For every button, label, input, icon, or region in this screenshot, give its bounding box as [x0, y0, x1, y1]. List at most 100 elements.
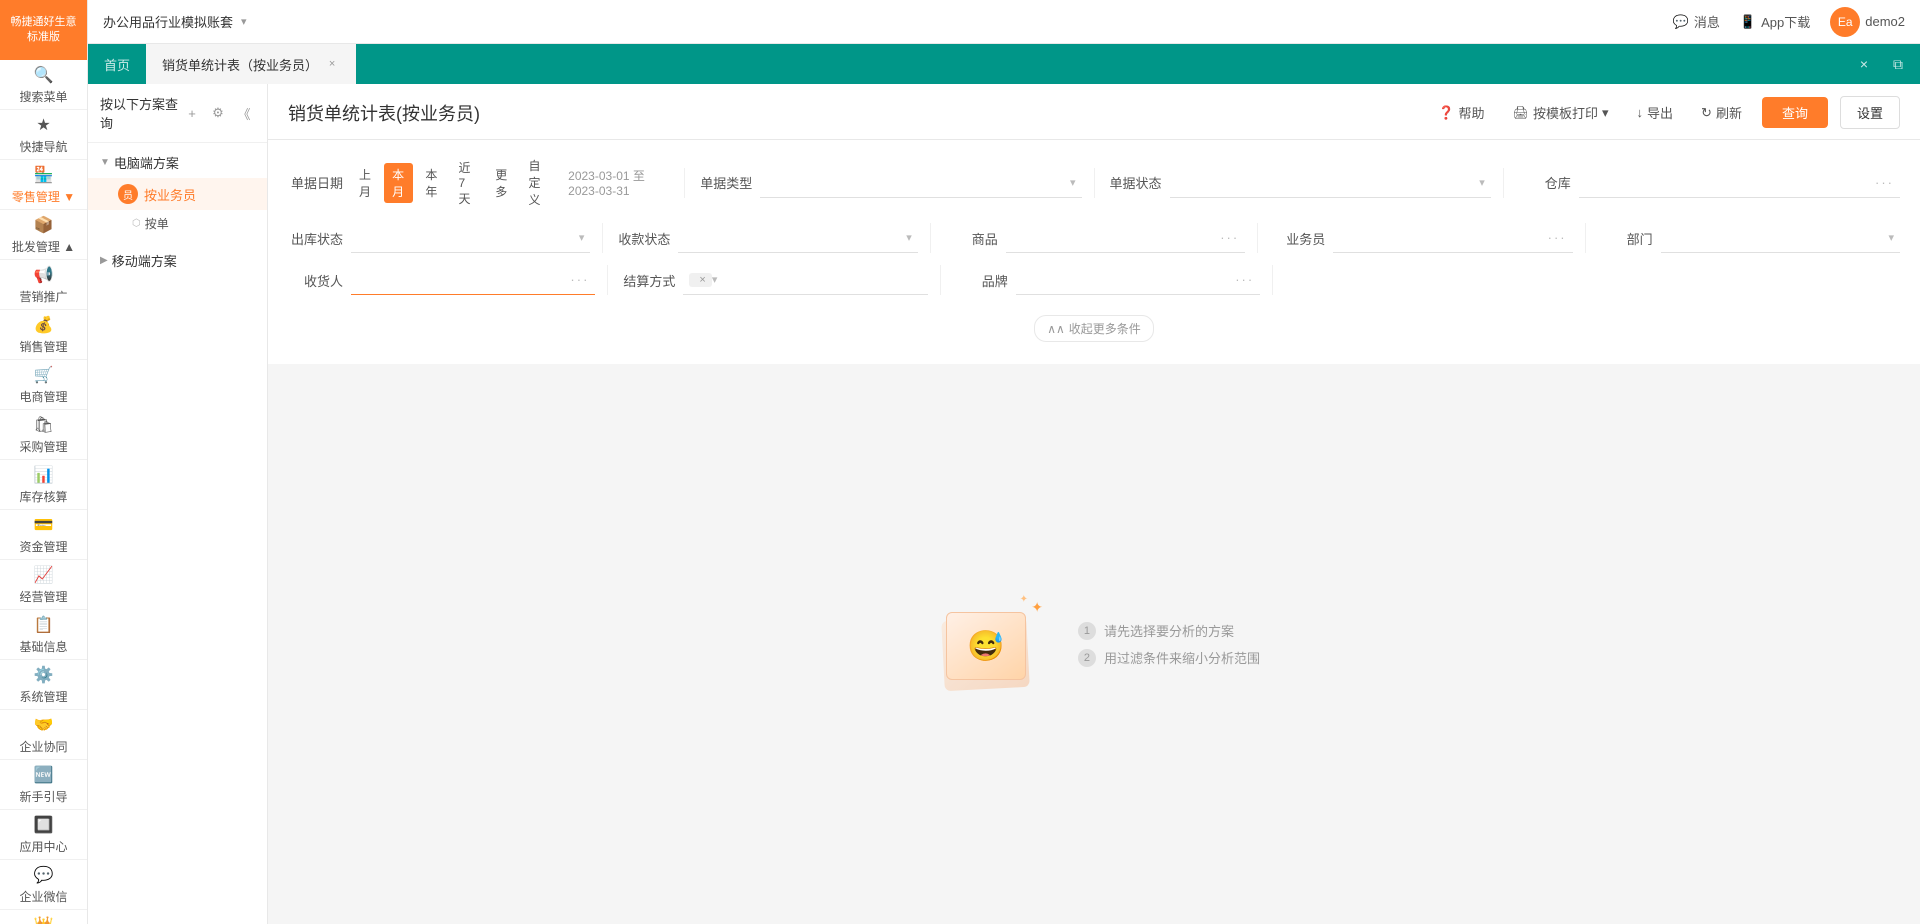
filter-row-2: 出库状态 ▾ 收款状态 ▾ [288, 223, 1900, 253]
apps-icon: 🔲 [34, 815, 54, 835]
print-btn[interactable]: 🖨 按模板打印 ▾ [1504, 99, 1616, 126]
tab-sales-report-label: 销货单统计表（按业务员） [162, 55, 318, 74]
receiver-label: 收货人 [288, 271, 343, 290]
sidebar-item-wholesale-label: 批发管理 ▲ [12, 238, 75, 255]
sidebar-item-finance-label: 资金管理 [19, 538, 67, 555]
panel-add-btn[interactable]: + [181, 102, 203, 124]
order-status-arrow: ▾ [1479, 176, 1485, 189]
right-content: 销货单统计表(按业务员) ❓ 帮助 🖨 按模板打印 ▾ ↓ [268, 84, 1920, 924]
tab-restore-btn[interactable]: ⧉ [1884, 50, 1912, 78]
sidebar-item-guide[interactable]: 🆕 新手引导 [0, 760, 87, 810]
settlement-tag-close[interactable]: × [699, 274, 705, 286]
order-type-control[interactable]: ▾ [760, 168, 1081, 198]
scheme-group-mobile: ▶ 移动端方案 [88, 241, 267, 280]
date-tab-last-month[interactable]: 上月 [351, 163, 380, 203]
sidebar-item-search[interactable]: 🔍 搜索菜单 [0, 60, 87, 110]
marketing-icon: 📢 [34, 265, 54, 285]
export-btn[interactable]: ↓ 导出 [1629, 99, 1682, 126]
box-face: 😅 [947, 613, 1025, 679]
department-control[interactable]: ▾ [1661, 223, 1900, 253]
out-status-label: 出库状态 [288, 229, 343, 248]
tab-close-all-btn[interactable]: × [1850, 50, 1878, 78]
sidebar-item-marketing[interactable]: 📢 营销推广 [0, 260, 87, 310]
brand-control[interactable]: ··· [1016, 265, 1260, 295]
settlement-label: 结算方式 [620, 271, 675, 290]
scheme-sub-item-by-order[interactable]: ⬡ 按单 [88, 210, 267, 237]
out-status-control[interactable]: ▾ [351, 223, 590, 253]
scheme-group-mobile-label: 移动端方案 [112, 251, 177, 270]
print-label: 按模板打印 [1533, 103, 1598, 122]
sidebar-item-retail-label: 零售管理 ▼ [12, 188, 75, 205]
date-tab-custom[interactable]: 自定义 [520, 154, 556, 211]
sidebar-item-retail[interactable]: 🏪 零售管理 ▼ [0, 160, 87, 210]
sidebar-item-enterprise[interactable]: 🤝 企业协同 [0, 710, 87, 760]
scheme-group-desktop-header[interactable]: ▼ 电脑端方案 [88, 147, 267, 178]
sidebar-item-purchase[interactable]: 🛍 采购管理 [0, 410, 87, 460]
receiver-control[interactable]: ··· [351, 265, 595, 295]
settings-btn[interactable]: 设置 [1840, 96, 1900, 129]
sidebar-item-shortcuts[interactable]: ★ 快捷导航 [0, 110, 87, 160]
product-control[interactable]: ··· [1006, 223, 1245, 253]
tab-home[interactable]: 首页 [88, 44, 146, 84]
empty-illustration: 😅 ✦ ✦ [928, 594, 1048, 694]
department-arrow: ▾ [1889, 231, 1895, 244]
download-label: App下载 [1761, 12, 1810, 31]
tab-close-btn[interactable]: × [324, 56, 340, 72]
sidebar-item-basic-label: 基础信息 [19, 638, 67, 655]
sidebar-item-ecommerce[interactable]: 🛒 电商管理 [0, 360, 87, 410]
sidebar-item-apps[interactable]: 🔲 应用中心 [0, 810, 87, 860]
sidebar-item-guide-label: 新手引导 [19, 788, 67, 805]
sidebar-item-basic[interactable]: 📋 基础信息 [0, 610, 87, 660]
date-tab-more[interactable]: 更多 [487, 163, 516, 203]
sidebar-item-wechat-label: 企业微信 [19, 888, 67, 905]
refresh-btn[interactable]: ↻ 刷新 [1693, 99, 1750, 126]
date-tab-this-year[interactable]: 本年 [417, 163, 446, 203]
sales-icon: 💰 [34, 315, 54, 335]
date-tab-this-month[interactable]: 本月 [384, 163, 413, 203]
avatar: Ea [1830, 7, 1860, 37]
date-tabs: 上月 本月 本年 近7天 更多 自定义 [351, 154, 556, 211]
sidebar-item-shortcuts-label: 快捷导航 [19, 138, 67, 155]
collapse-label: 收起更多条件 [1069, 320, 1141, 337]
sidebar-logo: 畅捷通好生意 标准版 [0, 0, 87, 60]
sidebar-item-wechat[interactable]: 💬 企业微信 [0, 860, 87, 910]
salesman-label: 业务员 [1270, 229, 1325, 248]
download-btn[interactable]: 📱 App下载 [1740, 12, 1810, 31]
username: demo2 [1865, 14, 1905, 29]
sidebar: 畅捷通好生意 标准版 🔍 搜索菜单 ★ 快捷导航 🏪 零售管理 ▼ 📦 批发管理… [0, 0, 88, 924]
warehouse-control[interactable]: ··· [1579, 168, 1900, 198]
sidebar-item-system[interactable]: ⚙️ 系统管理 [0, 660, 87, 710]
payment-status-control[interactable]: ▾ [678, 223, 917, 253]
scheme-group-mobile-header[interactable]: ▶ 移动端方案 [88, 245, 267, 276]
sidebar-item-operation[interactable]: 📈 经营管理 [0, 560, 87, 610]
sidebar-item-inventory[interactable]: 📊 库存核算 [0, 460, 87, 510]
tab-sales-report[interactable]: 销货单统计表（按业务员） × [146, 44, 356, 84]
app-dropdown-arrow[interactable]: ▾ [241, 15, 247, 28]
collapse-btn[interactable]: ∧∧ 收起更多条件 [1034, 315, 1154, 342]
sidebar-item-purchase-label: 采购管理 [19, 438, 67, 455]
message-btn[interactable]: 💬 消息 [1673, 12, 1720, 31]
user-profile[interactable]: Ea demo2 [1830, 7, 1905, 37]
empty-state: 😅 ✦ ✦ 1 请先选择要分析的方案 2 用过滤条件来缩小分析范 [268, 364, 1920, 924]
query-btn[interactable]: 查询 [1762, 97, 1828, 128]
operation-icon: 📈 [34, 565, 54, 585]
sidebar-item-sales[interactable]: 💰 销售管理 [0, 310, 87, 360]
panel-settings-btn[interactable]: ⚙ [207, 102, 229, 124]
print-icon: 🖨 [1512, 105, 1529, 121]
salesman-control[interactable]: ··· [1333, 223, 1572, 253]
date-tab-last7[interactable]: 近7天 [450, 156, 483, 210]
scheme-icon-salesman: 员 [118, 184, 138, 204]
settlement-control[interactable]: × ▾ [683, 265, 927, 295]
help-btn[interactable]: ❓ 帮助 [1430, 99, 1492, 126]
warehouse-dots: ··· [1875, 175, 1894, 190]
scheme-item-by-salesman[interactable]: 员 按业务员 [88, 178, 267, 210]
sidebar-item-member[interactable]: 👑 畅会员 [0, 910, 87, 924]
panel-collapse-btn[interactable]: 《 [233, 102, 255, 124]
sidebar-item-finance[interactable]: 💳 资金管理 [0, 510, 87, 560]
sidebar-item-wholesale[interactable]: 📦 批发管理 ▲ [0, 210, 87, 260]
help-icon: ❓ [1438, 105, 1454, 121]
order-status-control[interactable]: ▾ [1170, 168, 1491, 198]
payment-status-arrow: ▾ [906, 231, 912, 244]
left-panel: 按以下方案查询 + ⚙ 《 ▼ 电脑端方案 员 按业务员 ⬡ [88, 84, 268, 924]
sidebar-item-apps-label: 应用中心 [19, 838, 67, 855]
